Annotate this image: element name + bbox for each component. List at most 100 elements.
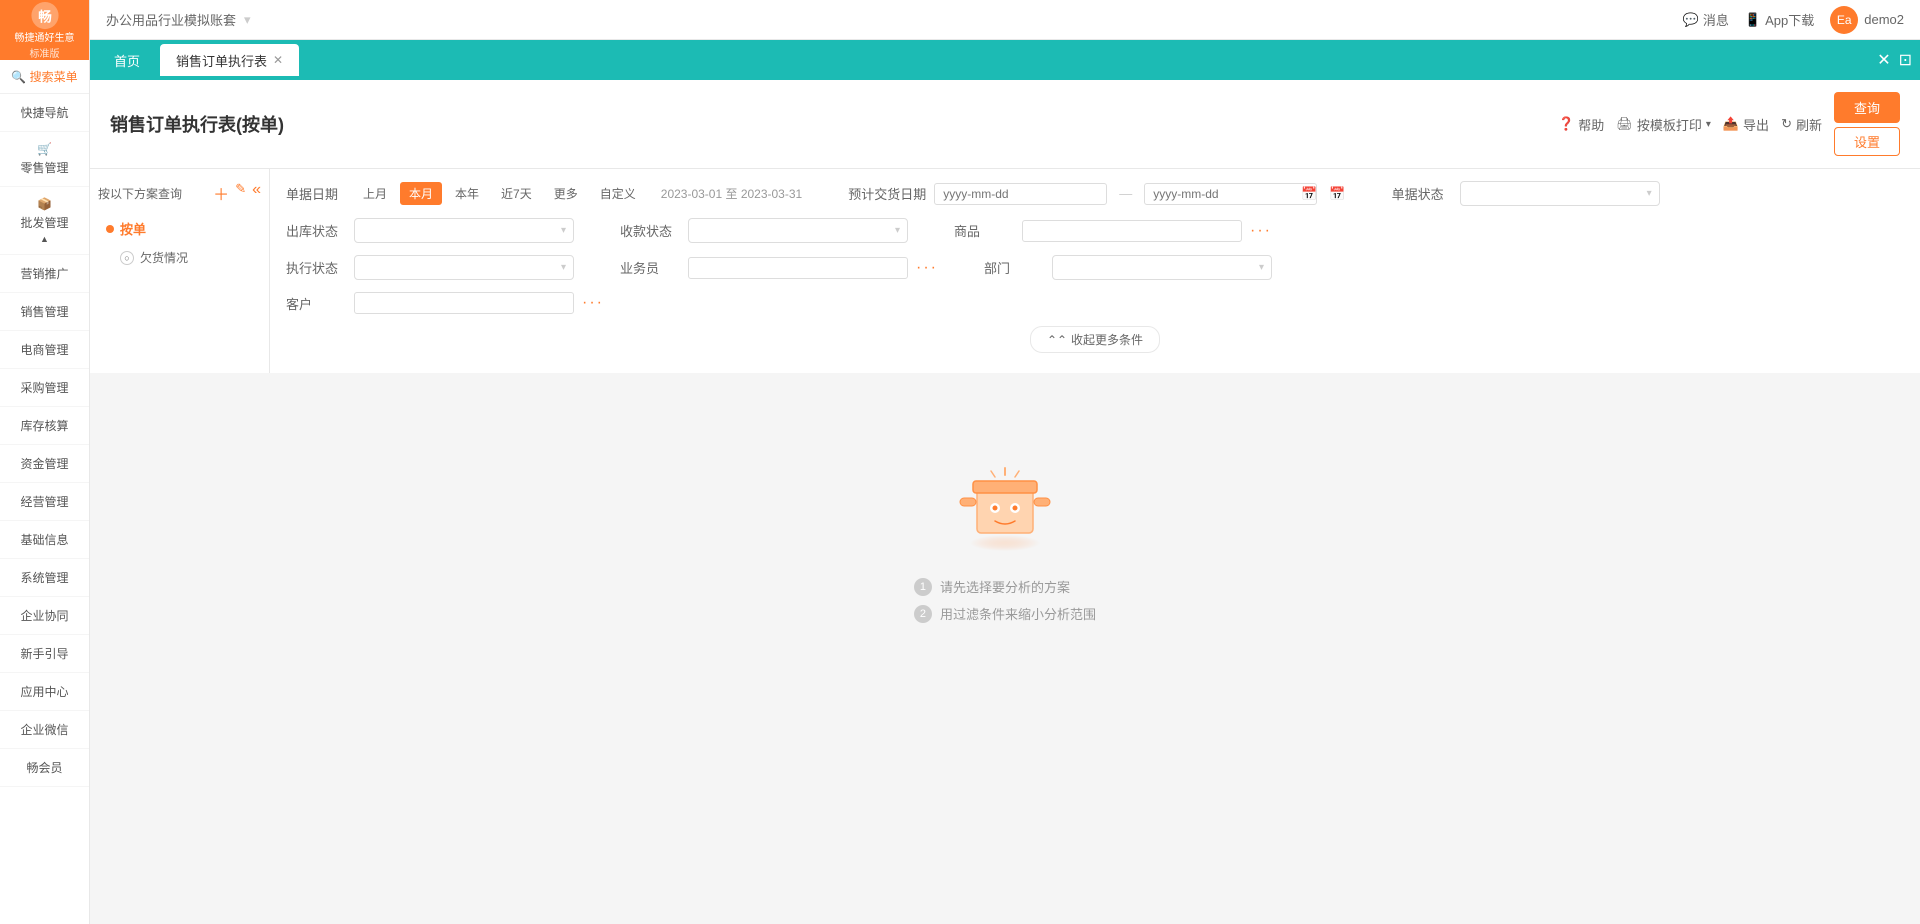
filter-row-4: 客户 ··· <box>286 292 1904 314</box>
filter-fields: 单据日期 上月 本月 本年 近7天 更多 自定义 2023-03-01 至 20… <box>270 169 1920 373</box>
sub-item-欠货情况[interactable]: ○ 欠货情况 <box>98 244 261 271</box>
wholesale-label: 批发管理 <box>20 214 68 231</box>
goods-more-icon[interactable]: ··· <box>1250 222 1272 240</box>
basic-label: 基础信息 <box>20 531 68 548</box>
sidebar-item-retail[interactable]: 🛒 零售管理 <box>0 132 89 187</box>
print-icon: 🖨 <box>1616 116 1633 132</box>
breadcrumb-dropdown-icon[interactable]: ▾ <box>244 12 251 28</box>
expected-date-to-input[interactable] <box>1144 183 1317 205</box>
date-btn-自定义[interactable]: 自定义 <box>591 182 645 205</box>
scheme-panel: 按以下方案查询 ＋ ✎ « 按单 ○ 欠货情况 <box>90 169 270 373</box>
date-btn-更多[interactable]: 更多 <box>545 182 587 205</box>
main-area: 办公用品行业模拟账套 ▾ 💬 消息 📱 App下载 Ea demo2 首页 <box>90 0 1920 924</box>
tab-close-icon[interactable]: ✕ <box>273 53 283 67</box>
sidebar-item-system[interactable]: 系统管理 <box>0 559 89 597</box>
help-btn[interactable]: ❓ 帮助 <box>1558 115 1604 134</box>
department-select[interactable] <box>1052 255 1272 280</box>
order-status-select[interactable] <box>1460 181 1660 206</box>
empty-illustration <box>955 453 1055 553</box>
retail-icon: 🛒 <box>37 142 52 156</box>
print-dropdown-icon: ▾ <box>1706 119 1711 130</box>
ecommerce-label: 电商管理 <box>20 341 68 358</box>
salesman-input[interactable] <box>688 257 908 279</box>
page-title: 销售订单执行表(按单) <box>110 111 284 137</box>
salesman-more-icon[interactable]: ··· <box>916 259 938 277</box>
app-sub: 标准版 <box>30 45 60 60</box>
collapse-more-btn[interactable]: ⌃⌃ 收起更多条件 <box>1030 326 1160 353</box>
date-btn-上月[interactable]: 上月 <box>354 182 396 205</box>
exec-status-select[interactable] <box>354 255 574 280</box>
sub-item-icon: ○ <box>120 251 134 265</box>
calendar-to-icon[interactable]: 📅 <box>1329 186 1345 202</box>
filter-item-salesman: 业务员 ··· <box>620 257 938 279</box>
sidebar-item-purchase[interactable]: 采购管理 <box>0 369 89 407</box>
scheme-actions: ＋ ✎ « <box>213 181 261 205</box>
sidebar-item-quick-nav[interactable]: 快捷导航 <box>0 94 89 132</box>
active-dot <box>106 225 114 233</box>
message-btn[interactable]: 💬 消息 <box>1683 10 1729 29</box>
filter-item-order-status: 单据状态 ▾ <box>1392 181 1660 206</box>
expected-date-from-input[interactable] <box>934 183 1107 205</box>
department-wrap: ▾ <box>1052 255 1272 280</box>
app-download-label: App下载 <box>1765 10 1814 29</box>
filter-item-exec-status: 执行状态 ▾ <box>286 255 574 280</box>
collapse-scheme-icon[interactable]: « <box>252 181 261 205</box>
sidebar-item-wholesale[interactable]: 📦 批发管理 ▲ <box>0 187 89 255</box>
page-actions: ❓ 帮助 🖨 按模板打印 ▾ 📤 导出 ↻ 刷新 查询 <box>1558 92 1900 156</box>
print-btn[interactable]: 🖨 按模板打印 ▾ <box>1616 115 1711 134</box>
customer-more-icon[interactable]: ··· <box>582 294 604 312</box>
sidebar-item-enterprise[interactable]: 企业协同 <box>0 597 89 635</box>
app-download-btn[interactable]: 📱 App下载 <box>1745 10 1814 29</box>
app-logo: 畅 畅捷通好生意 标准版 <box>0 0 90 60</box>
exec-status-label: 执行状态 <box>286 258 346 277</box>
date-btn-本年[interactable]: 本年 <box>446 182 488 205</box>
sidebar-item-marketing[interactable]: 营销推广 <box>0 255 89 293</box>
date-btn-本月[interactable]: 本月 <box>400 182 442 205</box>
customer-input[interactable] <box>354 292 574 314</box>
message-label: 消息 <box>1703 10 1729 29</box>
sales-label: 销售管理 <box>20 303 68 320</box>
add-scheme-icon[interactable]: ＋ <box>213 181 229 205</box>
topbar: 办公用品行业模拟账套 ▾ 💬 消息 📱 App下载 Ea demo2 <box>90 0 1920 40</box>
filter-row-3: 执行状态 ▾ 业务员 ··· <box>286 255 1904 280</box>
edit-scheme-icon[interactable]: ✎ <box>235 181 246 205</box>
calendar-from-icon[interactable]: 📅 <box>1301 186 1317 202</box>
sidebar-item-member[interactable]: 畅会员 <box>0 749 89 787</box>
goods-input[interactable] <box>1022 220 1242 242</box>
sidebar-item-finance[interactable]: 资金管理 <box>0 445 89 483</box>
refresh-btn[interactable]: ↻ 刷新 <box>1781 115 1822 134</box>
delivery-status-select[interactable] <box>354 218 574 243</box>
export-icon: 📤 <box>1723 116 1739 132</box>
scheme-item-按单[interactable]: 按单 <box>98 213 261 244</box>
page-header: 销售订单执行表(按单) ❓ 帮助 🖨 按模板打印 ▾ 📤 导出 ↻ 刷新 <box>90 80 1920 169</box>
sidebar-item-basic[interactable]: 基础信息 <box>0 521 89 559</box>
search-menu[interactable]: 🔍 搜索菜单 <box>0 60 89 94</box>
empty-state: 1 请先选择要分析的方案 2 用过滤条件来缩小分析范围 <box>90 373 1920 707</box>
sidebar-item-wecom[interactable]: 企业微信 <box>0 711 89 749</box>
sidebar-item-operation[interactable]: 经营管理 <box>0 483 89 521</box>
purchase-label: 采购管理 <box>20 379 68 396</box>
search-icon: 🔍 <box>11 70 26 84</box>
tab-sales-order[interactable]: 销售订单执行表 ✕ <box>160 44 299 76</box>
filter-item-customer: 客户 ··· <box>286 292 604 314</box>
tab-home[interactable]: 首页 <box>98 44 156 76</box>
exec-status-wrap: ▾ <box>354 255 574 280</box>
payment-status-select[interactable] <box>688 218 908 243</box>
sidebar-item-ecommerce[interactable]: 电商管理 <box>0 331 89 369</box>
close-window-icon[interactable]: ✕ <box>1877 50 1890 70</box>
user-profile[interactable]: Ea demo2 <box>1830 6 1904 34</box>
app-name: 畅捷通好生意 <box>15 33 75 45</box>
help-label: 帮助 <box>1578 115 1604 134</box>
help-icon: ❓ <box>1558 116 1574 132</box>
sidebar-item-sales[interactable]: 销售管理 <box>0 293 89 331</box>
filter-item-department: 部门 ▾ <box>984 255 1272 280</box>
sidebar-item-newbie[interactable]: 新手引导 <box>0 635 89 673</box>
export-btn[interactable]: 📤 导出 <box>1723 115 1769 134</box>
query-button[interactable]: 查询 <box>1834 92 1900 123</box>
sidebar-item-inventory[interactable]: 库存核算 <box>0 407 89 445</box>
date-btn-近7天[interactable]: 近7天 <box>492 182 541 205</box>
sidebar-item-appstore[interactable]: 应用中心 <box>0 673 89 711</box>
maximize-icon[interactable]: ⊡ <box>1899 50 1912 70</box>
setting-button[interactable]: 设置 <box>1834 127 1900 156</box>
delivery-status-wrap: ▾ <box>354 218 574 243</box>
